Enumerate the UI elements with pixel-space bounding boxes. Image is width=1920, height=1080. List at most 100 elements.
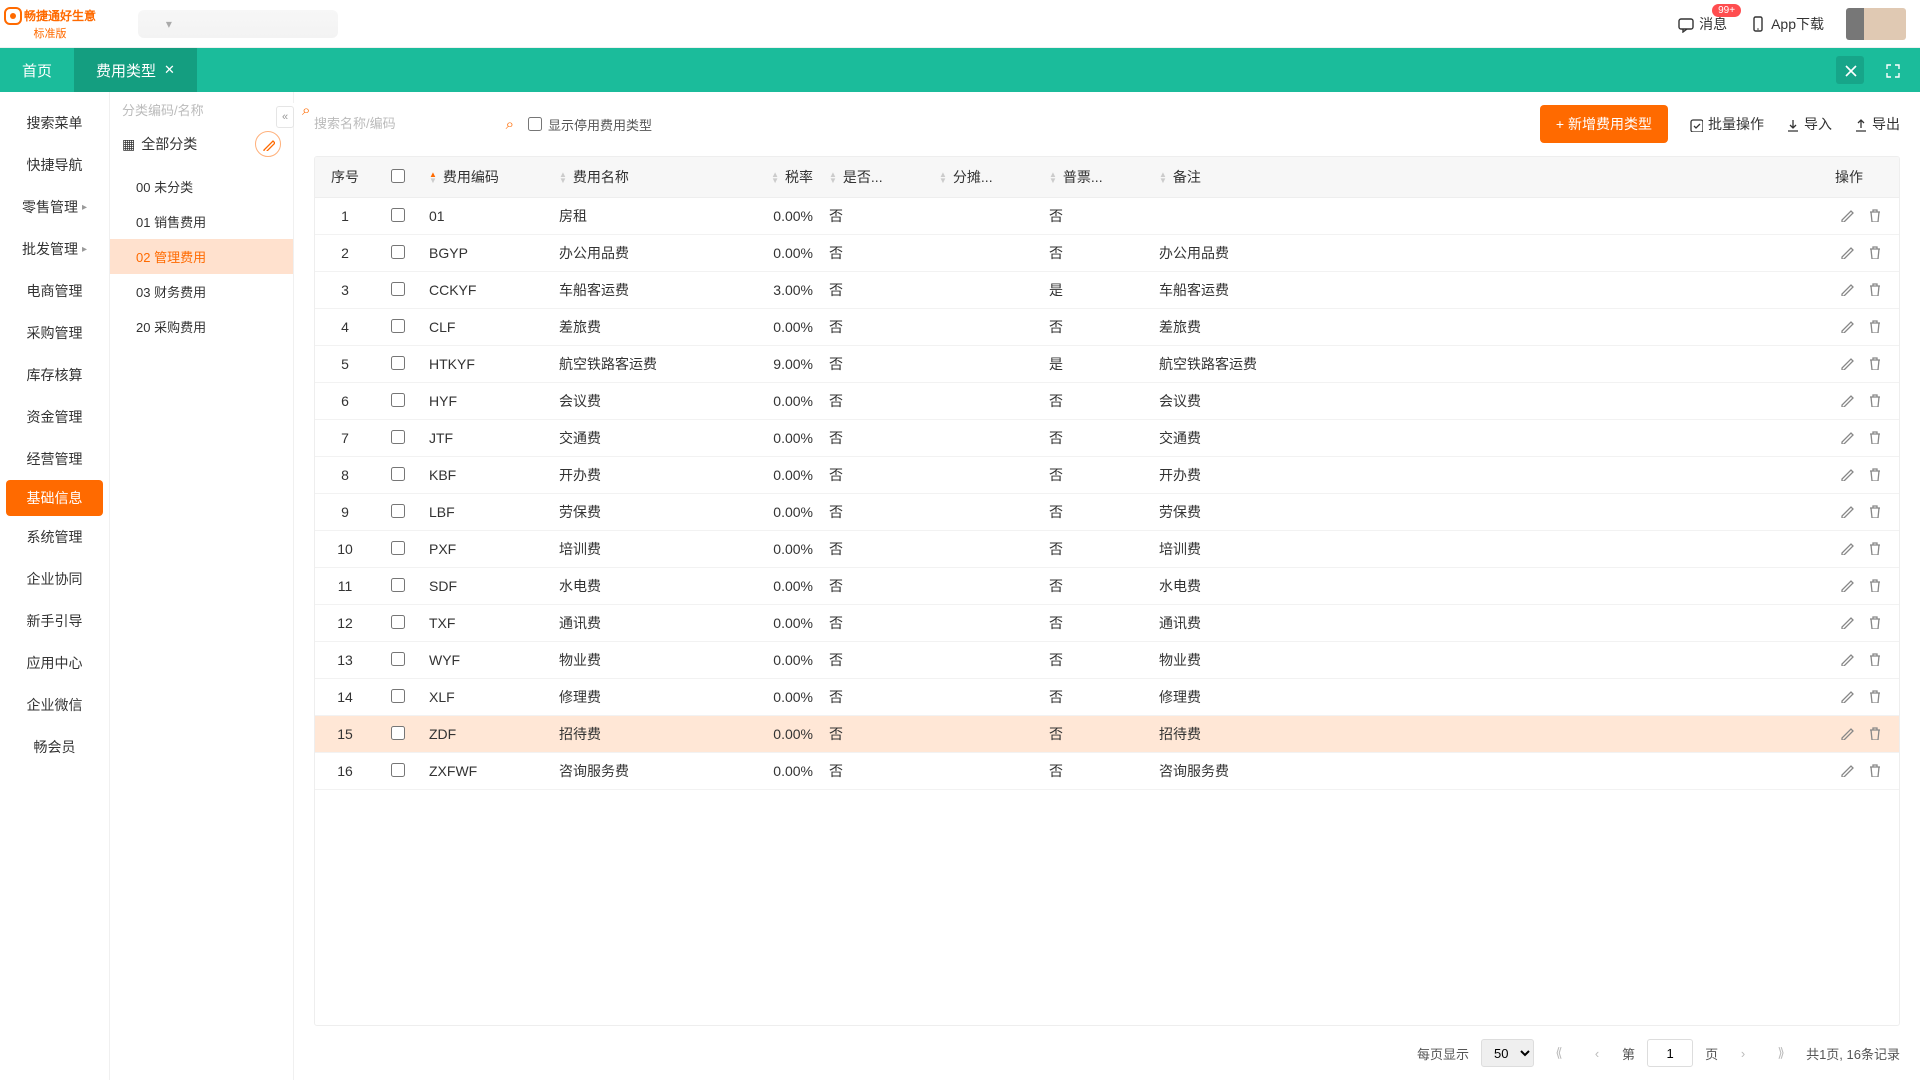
row-checkbox[interactable] (391, 245, 405, 259)
table-row[interactable]: 12TXF通讯费0.00%否否通讯费 (315, 605, 1899, 642)
sidebar-item-12[interactable]: 新手引导 (0, 600, 109, 642)
app-download-button[interactable]: App下载 (1749, 14, 1824, 34)
row-checkbox[interactable] (391, 652, 405, 666)
edit-icon[interactable] (1839, 762, 1854, 777)
table-row[interactable]: 16ZXFWF咨询服务费0.00%否否咨询服务费 (315, 753, 1899, 790)
table-row[interactable]: 101房租0.00%否否 (315, 198, 1899, 235)
avatar[interactable] (1846, 8, 1906, 40)
row-checkbox[interactable] (391, 356, 405, 370)
sidebar-item-15[interactable]: 畅会员 (0, 726, 109, 768)
category-all[interactable]: ▦ 全部分类 (110, 123, 293, 165)
trash-icon[interactable] (1866, 540, 1881, 555)
trash-icon[interactable] (1866, 614, 1881, 629)
page-last-button[interactable]: ⟫ (1768, 1040, 1794, 1066)
table-row[interactable]: 13WYF物业费0.00%否否物业费 (315, 642, 1899, 679)
sidebar-item-14[interactable]: 企业微信 (0, 684, 109, 726)
row-checkbox[interactable] (391, 578, 405, 592)
table-row[interactable]: 10PXF培训费0.00%否否培训费 (315, 531, 1899, 568)
collapse-panel-button[interactable]: « (276, 106, 294, 128)
sidebar-item-10[interactable]: 系统管理 (0, 516, 109, 558)
category-search-input[interactable] (122, 103, 298, 118)
trash-icon[interactable] (1866, 281, 1881, 296)
messages-button[interactable]: 消息 99+ (1677, 14, 1727, 34)
trash-icon[interactable] (1866, 392, 1881, 407)
edit-icon[interactable] (1839, 725, 1854, 740)
trash-icon[interactable] (1866, 207, 1881, 222)
row-checkbox[interactable] (391, 763, 405, 777)
table-row[interactable]: 4CLF差旅费0.00%否否差旅费 (315, 309, 1899, 346)
table-row[interactable]: 11SDF水电费0.00%否否水电费 (315, 568, 1899, 605)
table-row[interactable]: 15ZDF招待费0.00%否否招待费 (315, 716, 1899, 753)
row-checkbox[interactable] (391, 430, 405, 444)
row-checkbox[interactable] (391, 615, 405, 629)
edit-icon[interactable] (1839, 355, 1854, 370)
trash-icon[interactable] (1866, 688, 1881, 703)
category-item-2[interactable]: 02 管理费用 (110, 239, 293, 274)
add-expense-type-button[interactable]: + 新增费用类型 (1540, 105, 1668, 143)
col-select-all[interactable] (375, 157, 421, 198)
tab-1[interactable]: 费用类型✕ (74, 48, 197, 92)
trash-icon[interactable] (1866, 466, 1881, 481)
tab-0[interactable]: 首页 (0, 48, 74, 92)
sidebar-item-1[interactable]: 快捷导航 (0, 144, 109, 186)
edit-icon[interactable] (1839, 207, 1854, 222)
category-item-4[interactable]: 20 采购费用 (110, 309, 293, 344)
edit-icon[interactable] (1839, 540, 1854, 555)
row-checkbox[interactable] (391, 726, 405, 740)
show-disabled-toggle[interactable]: 显示停用费用类型 (528, 115, 652, 134)
edit-icon[interactable] (1839, 429, 1854, 444)
table-row[interactable]: 9LBF劳保费0.00%否否劳保费 (315, 494, 1899, 531)
sidebar-item-7[interactable]: 资金管理 (0, 396, 109, 438)
trash-icon[interactable] (1866, 651, 1881, 666)
trash-icon[interactable] (1866, 318, 1881, 333)
search-icon[interactable]: ⌕ (506, 116, 514, 133)
row-checkbox[interactable] (391, 467, 405, 481)
col-rate[interactable]: ▲▼税率 (721, 157, 821, 198)
table-row[interactable]: 3CCKYF车船客运费3.00%否是车船客运费 (315, 272, 1899, 309)
show-disabled-checkbox[interactable] (528, 117, 542, 131)
select-all-checkbox[interactable] (391, 169, 405, 183)
page-first-button[interactable]: ⟪ (1546, 1040, 1572, 1066)
fullscreen-button[interactable] (1878, 56, 1906, 84)
batch-action-button[interactable]: 批量操作 (1688, 114, 1764, 134)
sidebar-item-0[interactable]: 搜索菜单 (0, 102, 109, 144)
export-button[interactable]: 导出 (1852, 114, 1900, 134)
col-name[interactable]: ▲▼费用名称 (551, 157, 721, 198)
edit-icon[interactable] (1839, 503, 1854, 518)
search-input[interactable] (314, 112, 500, 136)
org-selector[interactable]: ▾ (138, 10, 338, 38)
row-checkbox[interactable] (391, 504, 405, 518)
category-item-0[interactable]: 00 未分类 (110, 169, 293, 204)
sidebar-item-4[interactable]: 电商管理 (0, 270, 109, 312)
sidebar-item-3[interactable]: 批发管理▸ (0, 228, 109, 270)
col-isflag[interactable]: ▲▼是否... (821, 157, 931, 198)
sidebar-item-13[interactable]: 应用中心 (0, 642, 109, 684)
category-item-3[interactable]: 03 财务费用 (110, 274, 293, 309)
table-row[interactable]: 6HYF会议费0.00%否否会议费 (315, 383, 1899, 420)
row-checkbox[interactable] (391, 393, 405, 407)
row-checkbox[interactable] (391, 282, 405, 296)
sidebar-item-9[interactable]: 基础信息 (6, 480, 103, 516)
table-row[interactable]: 14XLF修理费0.00%否否修理费 (315, 679, 1899, 716)
tab-close-icon[interactable]: ✕ (164, 62, 175, 78)
col-voucher[interactable]: ▲▼普票... (1041, 157, 1151, 198)
trash-icon[interactable] (1866, 429, 1881, 444)
page-prev-button[interactable]: ‹ (1584, 1040, 1610, 1066)
edit-icon[interactable] (1839, 688, 1854, 703)
trash-icon[interactable] (1866, 355, 1881, 370)
close-tabs-button[interactable] (1836, 56, 1864, 84)
sidebar-item-2[interactable]: 零售管理▸ (0, 186, 109, 228)
table-row[interactable]: 8KBF开办费0.00%否否开办费 (315, 457, 1899, 494)
page-input[interactable] (1647, 1039, 1693, 1067)
edit-icon[interactable] (1839, 281, 1854, 296)
row-checkbox[interactable] (391, 541, 405, 555)
trash-icon[interactable] (1866, 762, 1881, 777)
logo[interactable]: 畅捷通好生意 标准版 (0, 0, 100, 48)
edit-category-button[interactable] (255, 131, 281, 157)
edit-icon[interactable] (1839, 614, 1854, 629)
page-next-button[interactable]: › (1730, 1040, 1756, 1066)
col-share[interactable]: ▲▼分摊... (931, 157, 1041, 198)
edit-icon[interactable] (1839, 651, 1854, 666)
sidebar-item-5[interactable]: 采购管理 (0, 312, 109, 354)
edit-icon[interactable] (1839, 244, 1854, 259)
